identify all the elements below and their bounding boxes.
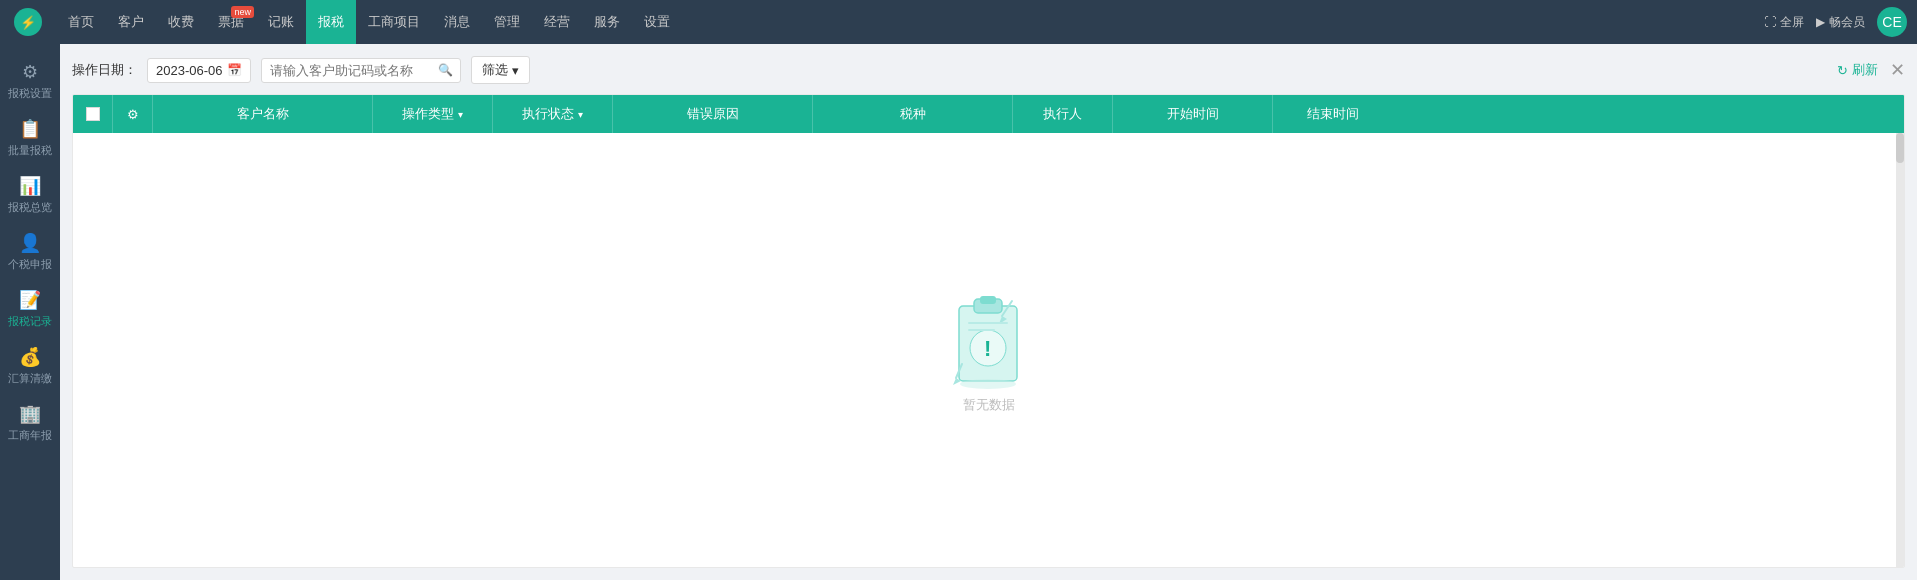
th-exec-status[interactable]: 执行状态 ▾ [493, 95, 613, 133]
user-avatar[interactable]: CE [1877, 7, 1907, 37]
th-operation-type[interactable]: 操作类型 ▾ [373, 95, 493, 133]
nav-message[interactable]: 消息 [432, 0, 482, 44]
nav-settings[interactable]: 设置 [632, 0, 682, 44]
sidebar-item-batch-tax[interactable]: 📋 批量报税 [0, 109, 60, 166]
svg-text:⚡: ⚡ [20, 14, 37, 31]
nav-fee[interactable]: 收费 [156, 0, 206, 44]
sidebar-item-individual-tax[interactable]: 👤 个税申报 [0, 223, 60, 280]
sidebar-item-tax-settings[interactable]: ⚙ 报税设置 [0, 52, 60, 109]
date-picker[interactable]: 2023-06-06 📅 [147, 58, 251, 83]
sort-icon-exec-status: ▾ [578, 109, 583, 120]
filter-label: 筛选 [482, 61, 508, 79]
nav-ticket[interactable]: 票据 new [206, 0, 256, 44]
settlement-icon: 💰 [18, 345, 42, 369]
fullscreen-button[interactable]: ⛶ 全屏 [1764, 14, 1804, 31]
th-executor: 执行人 [1013, 95, 1113, 133]
top-navigation: ⚡ 首页 客户 收费 票据 new 记账 报税 工商项目 消息 管理 经营 服务… [0, 0, 1917, 44]
close-button[interactable]: ✕ [1890, 59, 1905, 81]
tax-records-icon: 📝 [18, 288, 42, 312]
nav-service[interactable]: 服务 [582, 0, 632, 44]
app-logo[interactable]: ⚡ [10, 4, 46, 40]
nav-operation[interactable]: 经营 [532, 0, 582, 44]
nav-bizproject[interactable]: 工商项目 [356, 0, 432, 44]
search-icon[interactable]: 🔍 [438, 63, 453, 77]
th-error-reason: 错误原因 [613, 95, 813, 133]
tax-settings-icon: ⚙ [18, 60, 42, 84]
svg-point-11 [960, 379, 1016, 389]
th-tax-type: 税种 [813, 95, 1013, 133]
sidebar-item-tax-overview[interactable]: 📊 报税总览 [0, 166, 60, 223]
sort-icon-operation-type: ▾ [458, 109, 463, 120]
svg-text:!: ! [984, 336, 991, 361]
select-all-checkbox[interactable] [86, 107, 100, 121]
nav-management[interactable]: 管理 [482, 0, 532, 44]
member-icon: ▶ [1816, 15, 1825, 29]
th-end-time: 结束时间 [1273, 95, 1393, 133]
chevron-down-icon: ▾ [512, 63, 519, 78]
th-client-name: 客户名称 [153, 95, 373, 133]
table-header: ⚙ 客户名称 操作类型 ▾ 执行状态 ▾ 错误原因 税种 [73, 95, 1904, 133]
sidebar: ⚙ 报税设置 📋 批量报税 📊 报税总览 👤 个税申报 📝 报税记录 💰 汇算清… [0, 44, 60, 580]
member-button[interactable]: ▶ 畅会员 [1816, 14, 1865, 31]
individual-tax-icon: 👤 [18, 231, 42, 255]
new-badge: new [231, 6, 254, 18]
th-checkbox[interactable] [73, 95, 113, 133]
batch-tax-icon: 📋 [18, 117, 42, 141]
nav-client[interactable]: 客户 [106, 0, 156, 44]
toolbar: 操作日期： 2023-06-06 📅 🔍 筛选 ▾ ↻ 刷新 ✕ [72, 56, 1905, 84]
table-container: ⚙ 客户名称 操作类型 ▾ 执行状态 ▾ 错误原因 税种 [72, 94, 1905, 568]
date-label: 操作日期： [72, 61, 137, 79]
scroll-thumb[interactable] [1896, 133, 1904, 163]
search-input[interactable] [270, 63, 438, 78]
scrollbar[interactable] [1896, 133, 1904, 567]
nav-bookkeeping[interactable]: 记账 [256, 0, 306, 44]
svg-rect-4 [980, 296, 996, 304]
filter-button[interactable]: 筛选 ▾ [471, 56, 530, 84]
nav-tax[interactable]: 报税 [306, 0, 356, 44]
gear-icon: ⚙ [127, 107, 139, 122]
sidebar-item-annual-report[interactable]: 🏢 工商年报 [0, 394, 60, 451]
th-gear[interactable]: ⚙ [113, 95, 153, 133]
refresh-icon: ↻ [1837, 63, 1848, 78]
table-body: ! [73, 133, 1904, 567]
content-area: 操作日期： 2023-06-06 📅 🔍 筛选 ▾ ↻ 刷新 ✕ [60, 44, 1917, 580]
tax-overview-icon: 📊 [18, 174, 42, 198]
search-box[interactable]: 🔍 [261, 58, 461, 83]
nav-home[interactable]: 首页 [56, 0, 106, 44]
main-layout: ⚙ 报税设置 📋 批量报税 📊 报税总览 👤 个税申报 📝 报税记录 💰 汇算清… [0, 44, 1917, 580]
empty-text: 暂无数据 [963, 396, 1015, 414]
top-nav-right: ⛶ 全屏 ▶ 畅会员 CE [1764, 7, 1907, 37]
sidebar-item-settlement[interactable]: 💰 汇算清缴 [0, 337, 60, 394]
date-value: 2023-06-06 [156, 63, 223, 78]
th-start-time: 开始时间 [1113, 95, 1273, 133]
empty-illustration: ! [944, 286, 1034, 386]
toolbar-right: ↻ 刷新 ✕ [1837, 59, 1905, 81]
annual-report-icon: 🏢 [18, 402, 42, 426]
sidebar-item-tax-records[interactable]: 📝 报税记录 [0, 280, 60, 337]
calendar-icon: 📅 [227, 63, 242, 77]
fullscreen-icon: ⛶ [1764, 15, 1776, 29]
nav-items: 首页 客户 收费 票据 new 记账 报税 工商项目 消息 管理 经营 服务 设… [56, 0, 1764, 44]
refresh-button[interactable]: ↻ 刷新 [1837, 61, 1878, 79]
empty-state: ! [914, 256, 1064, 444]
